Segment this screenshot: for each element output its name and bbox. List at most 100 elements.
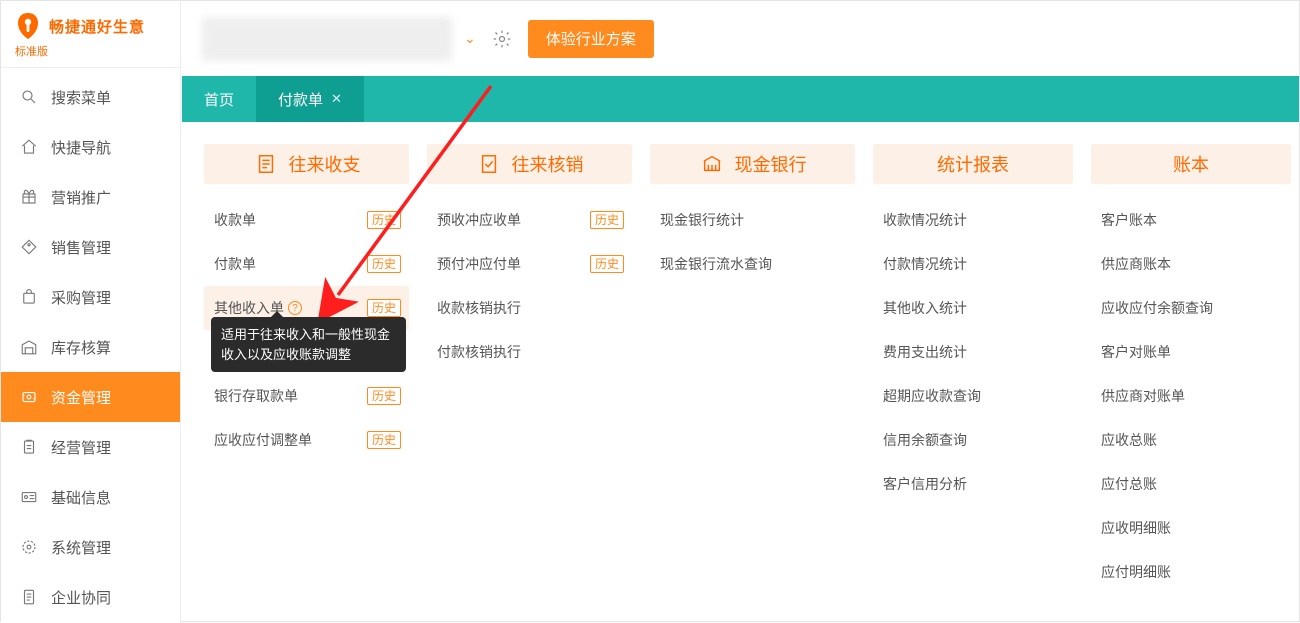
menu-item-0-4[interactable]: 银行存取款单 历史 bbox=[204, 374, 409, 418]
sidebar-item-6[interactable]: 资金管理 bbox=[1, 372, 180, 422]
sidebar-item-label: 库存核算 bbox=[51, 337, 111, 358]
tab-close-icon[interactable]: ✕ bbox=[331, 91, 342, 107]
menu-column-1: 往来核销预收冲应收单历史预付冲应付单历史收款核销执行付款核销执行 bbox=[427, 144, 632, 374]
column-header: 账本 bbox=[1091, 144, 1291, 184]
menu-item-3-6[interactable]: 客户信用分析 bbox=[873, 462, 1073, 506]
tab-1[interactable]: 付款单 ✕ bbox=[256, 76, 364, 122]
menu-column-2: 现金银行现金银行统计现金银行流水查询 bbox=[650, 144, 855, 286]
history-tag[interactable]: 历史 bbox=[590, 211, 624, 229]
sidebar-item-7[interactable]: 经营管理 bbox=[1, 422, 180, 472]
menu-item-label: 应付总账 bbox=[1101, 474, 1157, 494]
menu-item-4-5[interactable]: 应收总账 bbox=[1091, 418, 1291, 462]
menu-item-1-2[interactable]: 收款核销执行 bbox=[427, 286, 632, 330]
settings-gear-icon[interactable] bbox=[488, 25, 516, 53]
history-tag[interactable]: 历史 bbox=[367, 299, 401, 317]
sidebar-item-9[interactable]: 系统管理 bbox=[1, 522, 180, 572]
menu-item-label: 应收应付调整单 bbox=[214, 430, 312, 450]
verify-icon bbox=[476, 151, 502, 177]
column-title: 统计报表 bbox=[937, 151, 1009, 177]
company-dropdown-caret-icon[interactable]: ⌄ bbox=[464, 30, 476, 47]
menu-item-label: 信用余额查询 bbox=[883, 430, 967, 450]
sidebar-item-3[interactable]: 销售管理 bbox=[1, 222, 180, 272]
menu-item-3-4[interactable]: 超期应收款查询 bbox=[873, 374, 1073, 418]
menu-item-label: 费用支出统计 bbox=[883, 342, 967, 362]
menu-item-label: 供应商账本 bbox=[1101, 254, 1171, 274]
menu-list: 预收冲应收单历史预付冲应付单历史收款核销执行付款核销执行 bbox=[427, 198, 632, 374]
column-title: 现金银行 bbox=[735, 151, 807, 177]
sidebar-item-10[interactable]: 企业协同 bbox=[1, 572, 180, 622]
menu-item-1-3[interactable]: 付款核销执行 bbox=[427, 330, 632, 374]
search-icon bbox=[19, 88, 39, 106]
menu-column-4: 账本客户账本供应商账本应收应付余额查询客户对账单供应商对账单应收总账应付总账应收… bbox=[1091, 144, 1291, 594]
menu-item-label: 银行存取款单 bbox=[214, 386, 298, 406]
clipboard-icon bbox=[19, 438, 39, 456]
history-tag[interactable]: 历史 bbox=[590, 255, 624, 273]
menu-item-3-0[interactable]: 收款情况统计 bbox=[873, 198, 1073, 242]
menu-item-0-1[interactable]: 付款单 历史 bbox=[204, 242, 409, 286]
company-name-blurred bbox=[202, 17, 452, 61]
menu-item-label: 应收应付余额查询 bbox=[1101, 298, 1213, 318]
sidebar-item-label: 资金管理 bbox=[51, 387, 111, 408]
menu-item-1-0[interactable]: 预收冲应收单 历史 bbox=[427, 198, 632, 242]
menu-item-label: 客户对账单 bbox=[1101, 342, 1171, 362]
menu-item-label: 供应商对账单 bbox=[1101, 386, 1185, 406]
sidebar-item-label: 系统管理 bbox=[51, 537, 111, 558]
doc-icon bbox=[19, 588, 39, 606]
menu-column-0: 往来收支收款单历史付款单历史其他收入单?历史费用支出单历史银行存取款单历史应收应… bbox=[204, 144, 409, 462]
menu-item-4-6[interactable]: 应付总账 bbox=[1091, 462, 1291, 506]
menu-item-1-1[interactable]: 预付冲应付单历史 bbox=[427, 242, 632, 286]
menu-item-4-0[interactable]: 客户账本 bbox=[1091, 198, 1291, 242]
help-icon[interactable]: ? bbox=[288, 301, 302, 315]
history-tag[interactable]: 历史 bbox=[367, 387, 401, 405]
sidebar-item-4[interactable]: 采购管理 bbox=[1, 272, 180, 322]
menu-item-0-5[interactable]: 应收应付调整单 历史 bbox=[204, 418, 409, 462]
menu-item-label: 客户信用分析 bbox=[883, 474, 967, 494]
menu-item-label: 收款核销执行 bbox=[437, 298, 521, 318]
menu-item-0-0[interactable]: 收款单历史 bbox=[204, 198, 409, 242]
menu-item-4-7[interactable]: 应收明细账 bbox=[1091, 506, 1291, 550]
sidebar-item-8[interactable]: 基础信息 bbox=[1, 472, 180, 522]
column-title: 往来收支 bbox=[289, 151, 361, 177]
menu-item-4-2[interactable]: 应收应付余额查询 bbox=[1091, 286, 1291, 330]
menu-item-4-1[interactable]: 供应商账本 bbox=[1091, 242, 1291, 286]
sidebar-item-1[interactable]: 快捷导航 bbox=[1, 122, 180, 172]
menu-item-3-2[interactable]: 其他收入统计 bbox=[873, 286, 1073, 330]
tab-label: 付款单 bbox=[278, 89, 323, 110]
sidebar-item-0[interactable]: 搜索菜单 bbox=[1, 72, 180, 122]
menu-item-3-5[interactable]: 信用余额查询 bbox=[873, 418, 1073, 462]
menu-item-4-3[interactable]: 客户对账单 bbox=[1091, 330, 1291, 374]
tab-0[interactable]: 首页 bbox=[182, 76, 256, 122]
history-tag[interactable]: 历史 bbox=[367, 431, 401, 449]
menu-list: 客户账本供应商账本应收应付余额查询客户对账单供应商对账单应收总账应付总账应收明细… bbox=[1091, 198, 1291, 594]
menu-item-label: 预收冲应收单 bbox=[437, 210, 521, 230]
menu-item-2-0[interactable]: 现金银行统计 bbox=[650, 198, 855, 242]
sidebar-item-label: 销售管理 bbox=[51, 237, 111, 258]
warehouse-icon bbox=[19, 338, 39, 356]
menu-item-label: 收款情况统计 bbox=[883, 210, 967, 230]
sidebar-item-2[interactable]: 营销推广 bbox=[1, 172, 180, 222]
help-tooltip: 适用于往来收入和一般性现金收入以及应收账款调整 bbox=[211, 317, 406, 372]
sidebar-item-5[interactable]: 库存核算 bbox=[1, 322, 180, 372]
home-icon bbox=[19, 138, 39, 156]
menu-item-label: 应付明细账 bbox=[1101, 562, 1171, 582]
sidebar-item-label: 企业协同 bbox=[51, 587, 111, 608]
tabs-bar: 首页 付款单 ✕ bbox=[182, 76, 1299, 122]
experience-button[interactable]: 体验行业方案 bbox=[528, 20, 654, 58]
gift-icon bbox=[19, 188, 39, 206]
brand-subtitle: 标准版 bbox=[1, 43, 180, 59]
history-tag[interactable]: 历史 bbox=[367, 211, 401, 229]
menu-item-2-1[interactable]: 现金银行流水查询 bbox=[650, 242, 855, 286]
menu-item-label: 付款单 bbox=[214, 254, 256, 274]
menu-item-label: 现金银行流水查询 bbox=[660, 254, 772, 274]
menu-item-label: 应收明细账 bbox=[1101, 518, 1171, 538]
menu-item-4-4[interactable]: 供应商对账单 bbox=[1091, 374, 1291, 418]
history-tag[interactable]: 历史 bbox=[367, 255, 401, 273]
menu-item-label: 其他收入单? bbox=[214, 298, 302, 318]
sidebar-item-label: 快捷导航 bbox=[51, 137, 111, 158]
menu-item-4-8[interactable]: 应付明细账 bbox=[1091, 550, 1291, 594]
menu-item-3-3[interactable]: 费用支出统计 bbox=[873, 330, 1073, 374]
menu-item-label: 超期应收款查询 bbox=[883, 386, 981, 406]
column-header: 现金银行 bbox=[650, 144, 855, 184]
menu-item-3-1[interactable]: 付款情况统计 bbox=[873, 242, 1073, 286]
column-header: 往来收支 bbox=[204, 144, 409, 184]
